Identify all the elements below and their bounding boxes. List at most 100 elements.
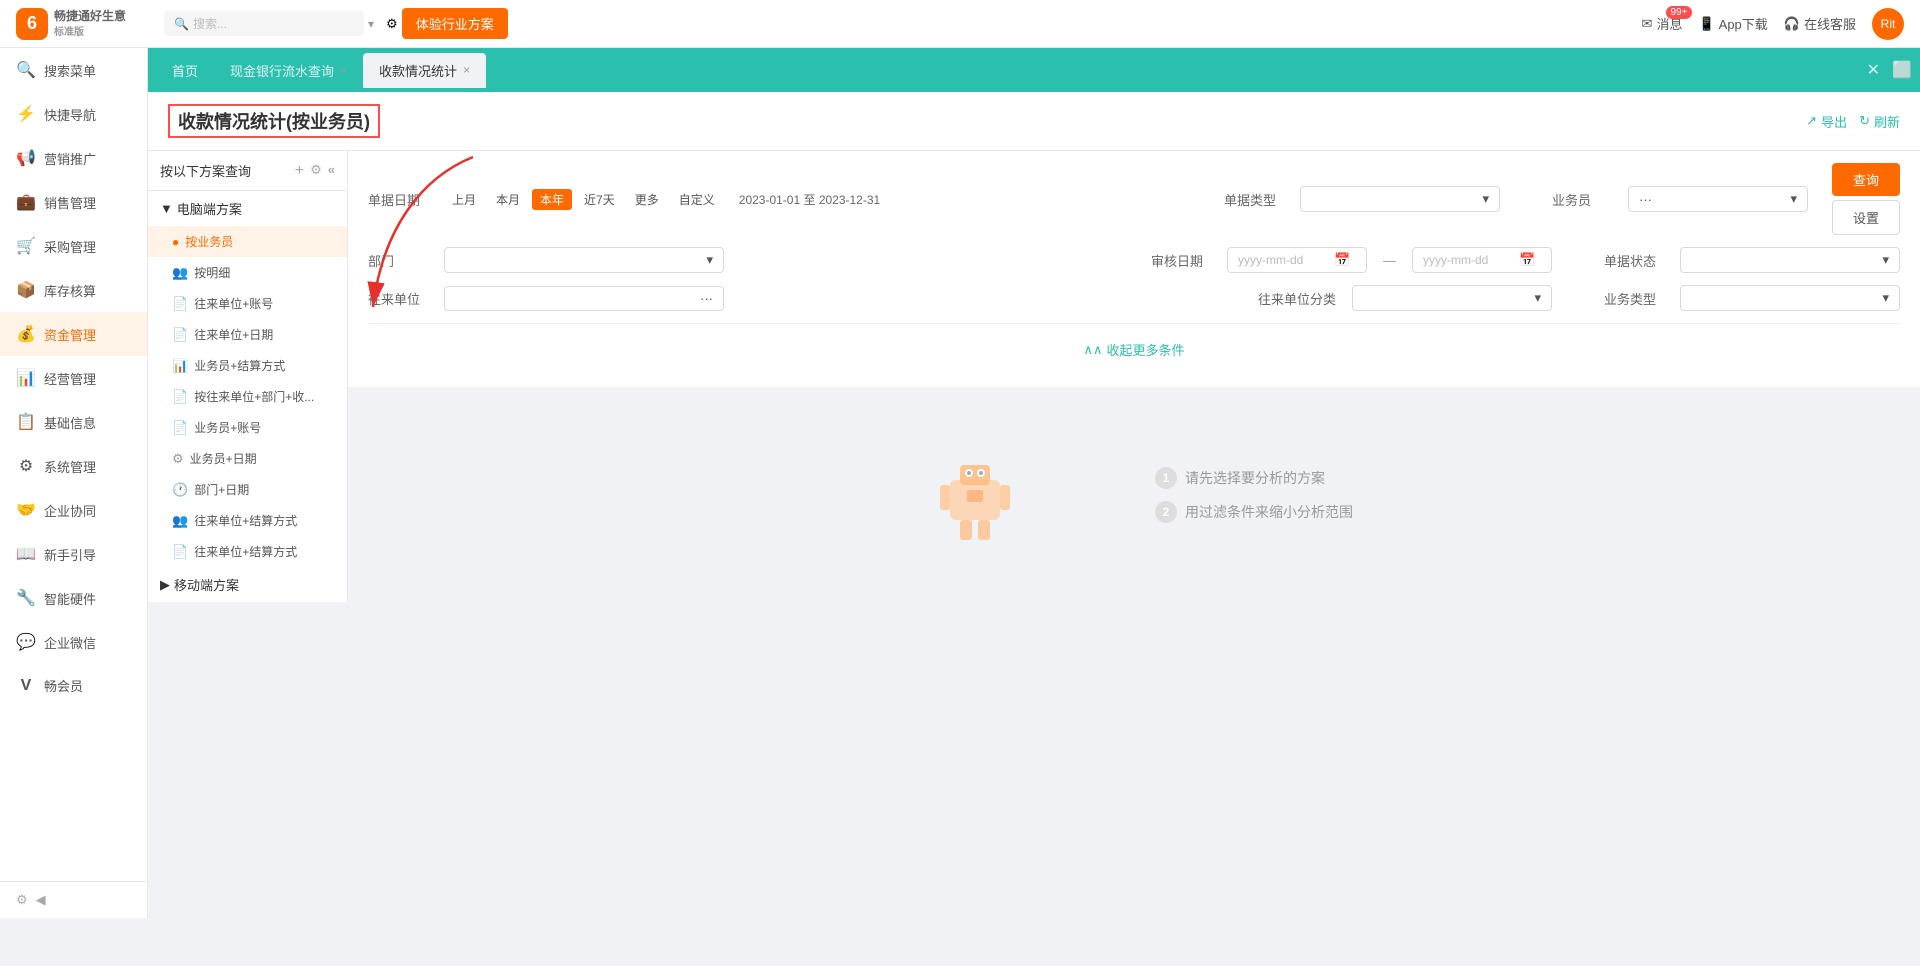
logo-area: 6 畅捷通好生意 标准版 (16, 8, 164, 40)
nav-dropdown-icon[interactable]: ▾ (368, 17, 374, 31)
scheme-item-counterpart-settle2[interactable]: 📄 往来单位+结算方式 (148, 536, 347, 567)
date-range-display: 2023-01-01 至 2023-12-31 (739, 191, 880, 208)
filter-select-salesman[interactable]: ··· ▾ (1628, 186, 1808, 212)
tab-close-receipt[interactable]: × (463, 63, 470, 77)
group-expand-icon: ▼ (160, 201, 173, 216)
top-bar: 6 畅捷通好生意 标准版 🔍 搜索... ▾ ⚙ 体验行业方案 ✉ 消息 99+… (0, 0, 1920, 48)
sidebar-item-inventory[interactable]: 📦 库存核算 (0, 268, 147, 312)
scheme-icon-bcd: 📄 (172, 389, 188, 405)
date-tab-more[interactable]: 更多 (627, 189, 667, 210)
scheme-item-by-counterpart-dept[interactable]: 📄 按往来单位+部门+收... (148, 381, 347, 412)
filter-label-review: 审核日期 (1151, 251, 1211, 270)
scheme-item-label-cs2: 往来单位+结算方式 (194, 543, 297, 560)
review-date-start-input[interactable]: yyyy-mm-dd (1238, 253, 1328, 267)
scheme-item-salesman-date[interactable]: ⚙ 业务员+日期 (148, 443, 347, 474)
content-main: 单据日期 上月 本月 本年 近7天 更多 自定义 2023-01-01 至 20… (348, 151, 1920, 602)
online-service-btn[interactable]: 🎧 在线客服 (1784, 14, 1856, 33)
filter-select-docstatus[interactable]: ▾ (1680, 247, 1900, 273)
query-button[interactable]: 查询 (1832, 163, 1900, 196)
sidebar-item-search[interactable]: 🔍 搜索菜单 (0, 48, 147, 92)
filter-select-dept[interactable]: ▾ (444, 247, 724, 273)
scheme-group-mobile[interactable]: ▶ 移动端方案 (148, 567, 347, 602)
scheme-item-salesman-settle[interactable]: 📊 业务员+结算方式 (148, 350, 347, 381)
export-icon: ↗ (1806, 113, 1817, 129)
tab-bank-flow[interactable]: 现金银行流水查询 × (214, 53, 363, 88)
filter-label-dept: 部门 (368, 251, 428, 270)
refresh-button[interactable]: ↻ 刷新 (1859, 112, 1900, 131)
group-label-desktop: 电脑端方案 (177, 199, 242, 218)
settings-gear[interactable]: ⚙ (386, 16, 398, 32)
sidebar-settings-icon[interactable]: ⚙ (16, 892, 28, 908)
scheme-item-salesman-account[interactable]: 📄 业务员+账号 (148, 412, 347, 443)
scheme-item-counterpart-date[interactable]: 📄 往来单位+日期 (148, 319, 347, 350)
filter-select-counterpart-cat[interactable]: ▾ (1352, 285, 1552, 311)
review-date-end-input[interactable]: yyyy-mm-dd (1423, 253, 1513, 267)
scheme-item-detail[interactable]: 👥 按明细 (148, 257, 347, 288)
review-date-end[interactable]: yyyy-mm-dd 📅 (1412, 247, 1552, 273)
filter-label-counterpart-cat: 往来单位分类 (1258, 289, 1336, 308)
sidebar-item-quicknav[interactable]: ⚡ 快捷导航 (0, 92, 147, 136)
scheme-item-label-cd: 往来单位+日期 (194, 326, 273, 343)
tab-close-window[interactable]: ✕ (1867, 60, 1880, 80)
tab-home[interactable]: 首页 (156, 53, 214, 88)
date-separator: — (1383, 253, 1396, 268)
page-header: 收款情况统计(按业务员) ↗ 导出 ↻ 刷新 (148, 92, 1920, 151)
sidebar-item-finance[interactable]: 💰 资金管理 (0, 312, 147, 356)
scheme-item-counterpart-settle1[interactable]: 👥 往来单位+结算方式 (148, 505, 347, 536)
sidebar-item-basic[interactable]: 📋 基础信息 (0, 400, 147, 444)
sidebar-item-guide[interactable]: 📖 新手引导 (0, 532, 147, 576)
search-sidebar-icon: 🔍 (16, 60, 36, 80)
sidebar-item-member[interactable]: V 畅会员 (0, 664, 147, 707)
robot-svg (925, 440, 1025, 550)
sidebar-bottom: ⚙ ◀ (0, 881, 147, 918)
scheme-item-by-salesman[interactable]: ● 按业务员 (148, 226, 347, 257)
scheme-settings-btn[interactable]: ⚙ (310, 162, 322, 180)
review-date-cal-icon2[interactable]: 📅 (1519, 252, 1535, 268)
export-button[interactable]: ↗ 导出 (1806, 112, 1847, 131)
filter-select-type[interactable]: ▾ (1300, 186, 1500, 212)
hint-section: 1 请先选择要分析的方案 2 用过滤条件来缩小分析范围 (915, 435, 1353, 555)
tab-close-bank[interactable]: × (340, 63, 347, 77)
sidebar-label-search: 搜索菜单 (44, 61, 96, 80)
filter-select-biztype[interactable]: ▾ (1680, 285, 1900, 311)
date-tab-this-month[interactable]: 本月 (488, 189, 528, 210)
scheme-collapse-btn[interactable]: « (328, 162, 335, 180)
sidebar-item-purchase[interactable]: 🛒 采购管理 (0, 224, 147, 268)
sidebar-item-sales[interactable]: 💼 销售管理 (0, 180, 147, 224)
query-result-area: 1 请先选择要分析的方案 2 用过滤条件来缩小分析范围 (348, 387, 1920, 602)
filter-label-counterpart: 往来单位 (368, 289, 428, 308)
dept-dropdown-icon: ▾ (706, 252, 713, 268)
sales-icon: 💼 (16, 192, 36, 212)
scheme-icon-sa: 📄 (172, 420, 188, 436)
sidebar-item-wechat[interactable]: 💬 企业微信 (0, 620, 147, 664)
date-tab-custom[interactable]: 自定义 (671, 189, 723, 210)
date-tab-7days[interactable]: 近7天 (576, 189, 623, 210)
set-button[interactable]: 设置 (1832, 200, 1900, 235)
filter-select-counterpart[interactable]: ··· (444, 286, 724, 311)
sidebar-collapse-icon[interactable]: ◀ (36, 892, 46, 908)
date-tab-this-year[interactable]: 本年 (532, 189, 572, 210)
collapse-filters-btn[interactable]: ∧∧ 收起更多条件 (1075, 332, 1192, 367)
date-tab-last-month[interactable]: 上月 (444, 189, 484, 210)
sidebar-label-finance: 资金管理 (44, 325, 96, 344)
sidebar-item-management[interactable]: 📊 经营管理 (0, 356, 147, 400)
review-date-start[interactable]: yyyy-mm-dd 📅 (1227, 247, 1367, 273)
scheme-item-counterpart-account[interactable]: 📄 往来单位+账号 (148, 288, 347, 319)
sidebar-item-marketing[interactable]: 📢 营销推广 (0, 136, 147, 180)
scheme-group-desktop[interactable]: ▼ 电脑端方案 (148, 191, 347, 226)
guide-icon: 📖 (16, 544, 36, 564)
user-avatar[interactable]: Rit (1872, 8, 1904, 40)
scheme-item-dept-date[interactable]: 🕐 部门+日期 (148, 474, 347, 505)
sidebar-item-system[interactable]: ⚙ 系统管理 (0, 444, 147, 488)
review-date-cal-icon[interactable]: 📅 (1334, 252, 1350, 268)
nav-search[interactable]: 🔍 搜索... (164, 11, 364, 36)
sidebar-item-collab[interactable]: 🤝 企业协同 (0, 488, 147, 532)
tab-receipt-stats[interactable]: 收款情况统计 × (363, 53, 486, 88)
message-btn[interactable]: ✉ 消息 99+ (1642, 14, 1683, 33)
tab-maximize[interactable]: ⬜ (1892, 60, 1912, 80)
scheme-add-btn[interactable]: + (295, 162, 304, 180)
app-download-btn[interactable]: 📱 App下载 (1698, 14, 1767, 33)
inventory-icon: 📦 (16, 280, 36, 300)
sidebar-item-hardware[interactable]: 🔧 智能硬件 (0, 576, 147, 620)
trial-button[interactable]: 体验行业方案 (402, 8, 508, 39)
